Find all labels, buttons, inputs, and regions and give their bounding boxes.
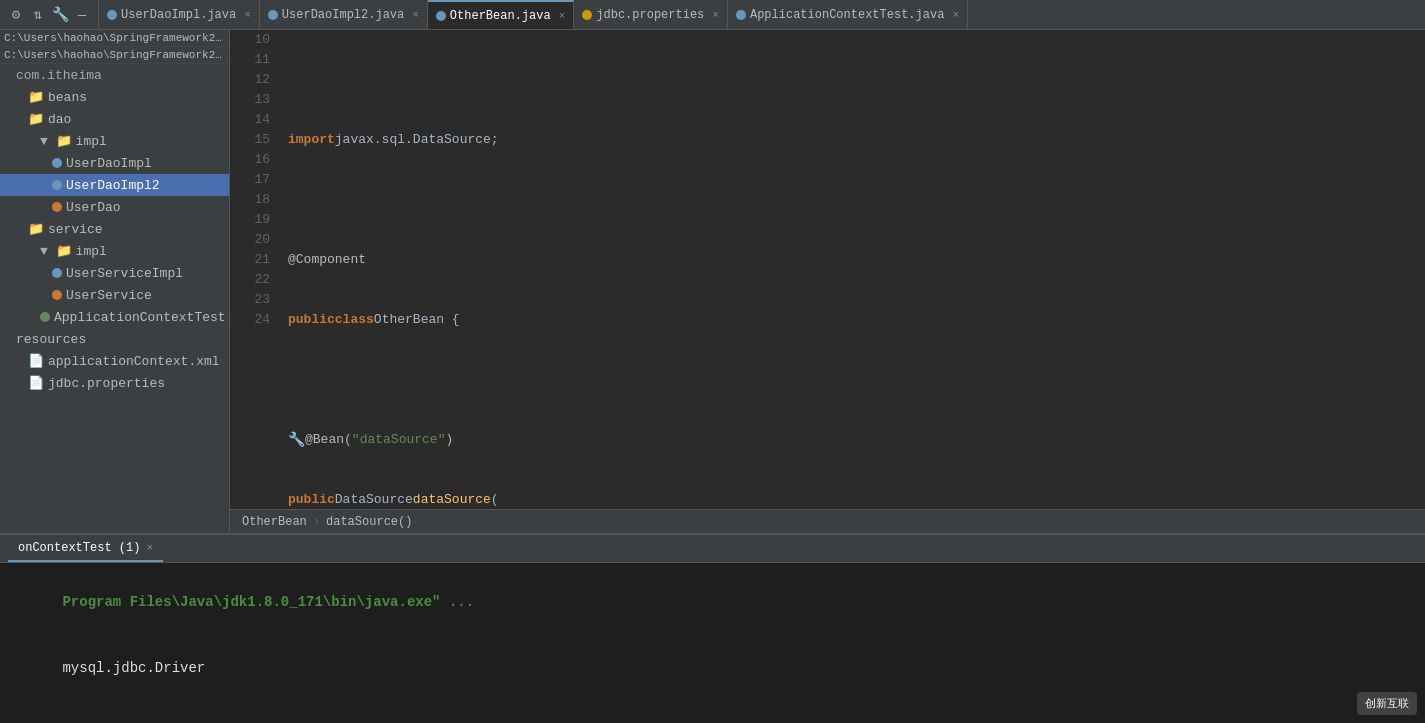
sidebar-item-userServiceImpl[interactable]: UserServiceImpl (0, 262, 229, 284)
editor-area: 10 11 12 13 14 15 16 17 18 19 20 21 22 2… (230, 30, 1425, 533)
interface-icon (52, 290, 62, 300)
class-icon (52, 158, 62, 168)
sidebar-item-dao[interactable]: 📁 dao (0, 108, 229, 130)
tab-close-applicationContextTest[interactable]: × (952, 9, 959, 21)
tab-dot (736, 10, 746, 20)
sidebar-item-service[interactable]: 📁 service (0, 218, 229, 240)
tab-bar: ⚙ ⇅ 🔧 — UserDaoImpl.java × UserDaoImpl2.… (0, 0, 1425, 30)
sidebar-item-com-itheima[interactable]: com.itheima (0, 64, 229, 86)
main-content: C:\Users\haohao\SpringFramework2023\s C:… (0, 30, 1425, 533)
editor-breadcrumb: OtherBean › dataSource() (230, 509, 1425, 533)
sidebar-item-userService[interactable]: UserService (0, 284, 229, 306)
tab-close-userDaoImpl2[interactable]: × (412, 9, 419, 21)
sidebar-item-beans[interactable]: 📁 beans (0, 86, 229, 108)
sidebar-item-userDaoImpl2[interactable]: UserDaoImpl2 (0, 174, 229, 196)
sidebar-item-applicationContextXml[interactable]: 📄 applicationContext.xml (0, 350, 229, 372)
tab-icons: ⚙ ⇅ 🔧 — (0, 0, 99, 29)
tab-jdbcProperties[interactable]: jdbc.properties × (574, 0, 728, 29)
tab-dot (436, 11, 446, 21)
tab-userDaoImpl2[interactable]: UserDaoImpl2.java × (260, 0, 428, 29)
sidebar-item-userDaoImpl[interactable]: UserDaoImpl (0, 152, 229, 174)
tab-otherBean[interactable]: OtherBean.java × (428, 0, 574, 29)
code-line-14: public class OtherBean { (288, 310, 1425, 330)
class-icon (52, 180, 62, 190)
tab-close-otherBean[interactable]: × (559, 10, 566, 22)
tab-dot (582, 10, 592, 20)
close-icon[interactable]: — (74, 7, 90, 23)
sidebar-item-applicationContextTest[interactable]: ApplicationContextTest (0, 306, 229, 328)
code-line-11: import javax.sql.DataSource; (288, 130, 1425, 150)
tab-dot (268, 10, 278, 20)
split-icon[interactable]: ⇅ (30, 7, 46, 23)
wrench-icon[interactable]: 🔧 (52, 7, 68, 23)
code-line-15 (288, 370, 1425, 390)
watermark: 创新互联 (1357, 692, 1417, 715)
console-line-1: Program Files\Java\jdk1.8.0_171\bin\java… (12, 569, 1413, 635)
sidebar-item-impl-2[interactable]: ▼ 📁 impl (0, 240, 229, 262)
test-class-icon (40, 312, 50, 322)
sidebar: C:\Users\haohao\SpringFramework2023\s C:… (0, 30, 230, 533)
path-row-2: C:\Users\haohao\SpringFramework2023\s (0, 47, 229, 64)
tab-applicationContextTest[interactable]: ApplicationContextTest.java × (728, 0, 968, 29)
tab-dot (107, 10, 117, 20)
console-output: Program Files\Java\jdk1.8.0_171\bin\java… (0, 563, 1425, 723)
sidebar-item-impl-1[interactable]: ▼ 📁 impl (0, 130, 229, 152)
code-content[interactable]: import javax.sql.DataSource; @Component … (280, 30, 1425, 509)
code-scroll[interactable]: 10 11 12 13 14 15 16 17 18 19 20 21 22 2… (230, 30, 1425, 509)
bottom-tabs: onContextTest (1) × (0, 535, 1425, 563)
tabs-container: UserDaoImpl.java × UserDaoImpl2.java × O… (99, 0, 968, 29)
class-icon (52, 268, 62, 278)
interface-icon (52, 202, 62, 212)
tab-userDaoImpl[interactable]: UserDaoImpl.java × (99, 0, 260, 29)
settings-icon[interactable]: ⚙ (8, 7, 24, 23)
code-line-10 (288, 70, 1425, 90)
line-numbers: 10 11 12 13 14 15 16 17 18 19 20 21 22 2… (230, 30, 280, 509)
tab-close-jdbcProperties[interactable]: × (712, 9, 719, 21)
path-row-1: C:\Users\haohao\SpringFramework2023\s (0, 30, 229, 47)
console-line-3: itheima.dao.impl.UserDaoImpl2@3c87521 (12, 701, 1413, 723)
console-line-2: mysql.jdbc.Driver (12, 635, 1413, 701)
bottom-tab-close[interactable]: × (146, 542, 153, 554)
bottom-tab-run[interactable]: onContextTest (1) × (8, 535, 163, 562)
sidebar-item-userDao[interactable]: UserDao (0, 196, 229, 218)
code-line-12 (288, 190, 1425, 210)
tab-close-userDaoImpl[interactable]: × (244, 9, 251, 21)
sidebar-item-jdbcProperties[interactable]: 📄 jdbc.properties (0, 372, 229, 394)
bottom-panel: onContextTest (1) × Program Files\Java\j… (0, 533, 1425, 723)
code-line-13: @Component (288, 250, 1425, 270)
sidebar-item-resources[interactable]: resources (0, 328, 229, 350)
code-line-16: 🔧@Bean("dataSource") (288, 430, 1425, 450)
code-line-17: public DataSource dataSource( (288, 490, 1425, 509)
